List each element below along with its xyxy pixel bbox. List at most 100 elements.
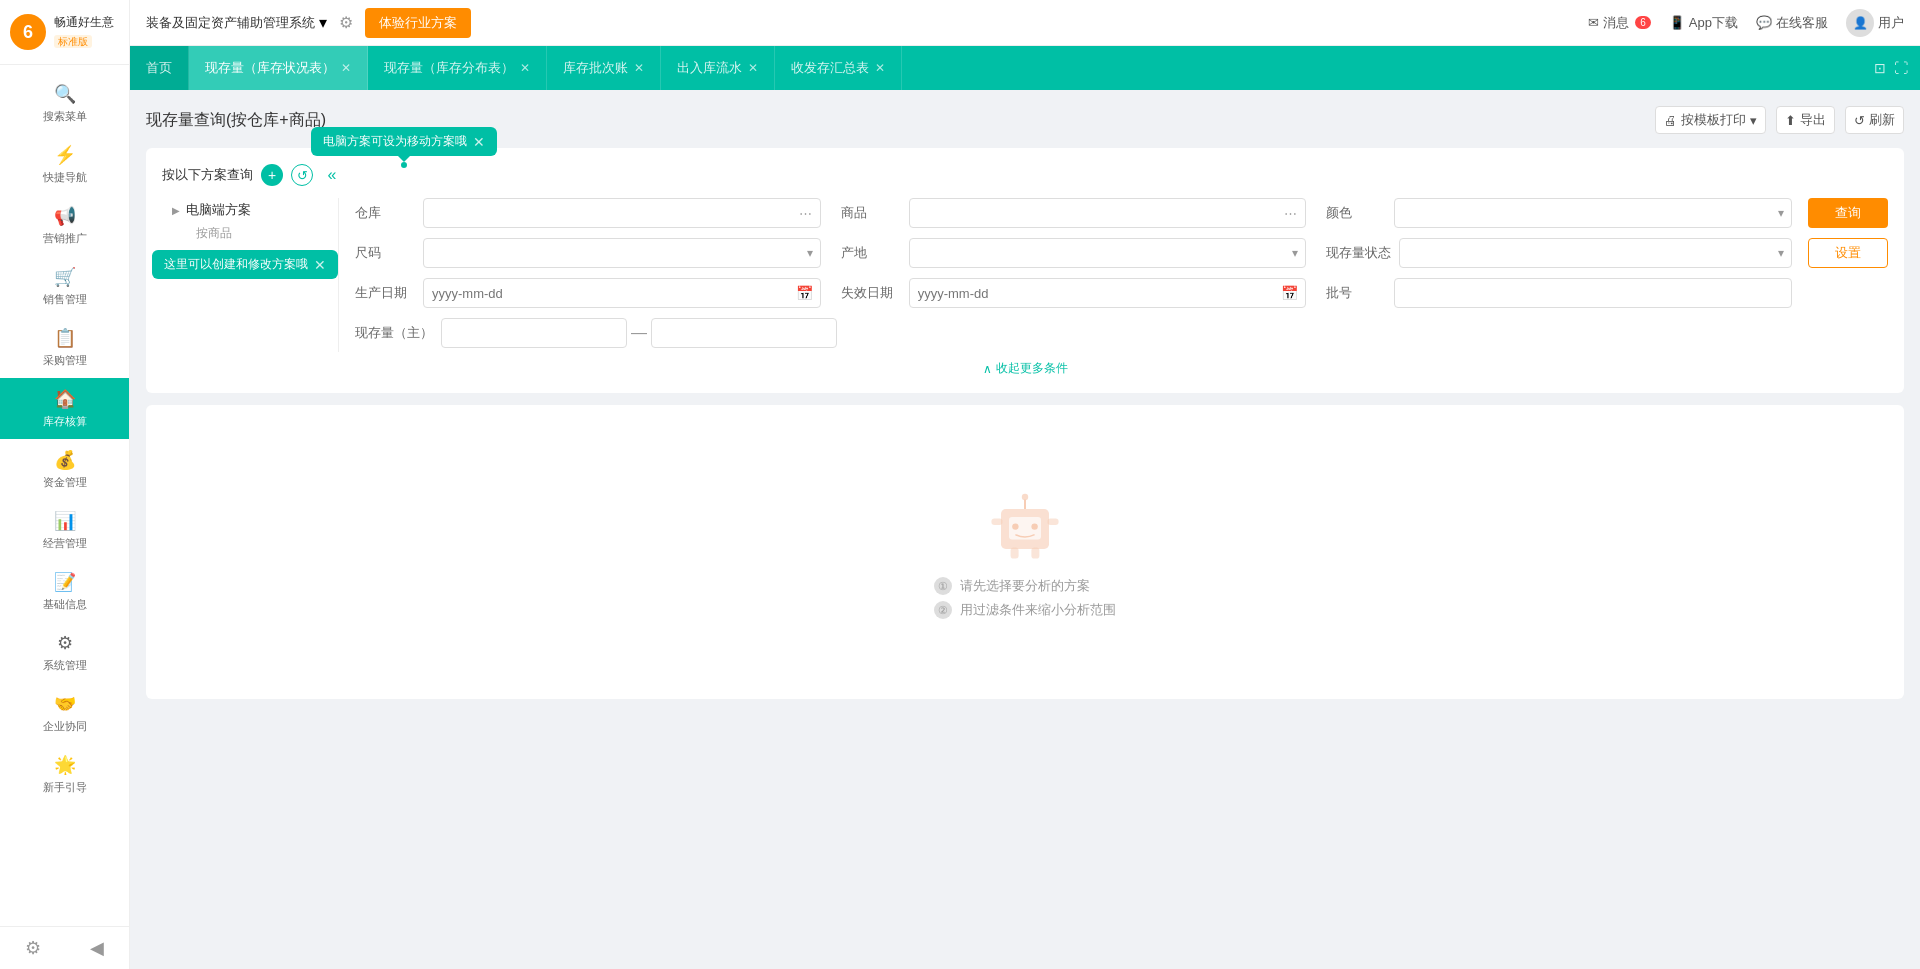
tooltip-dot — [399, 160, 409, 170]
desktop-branch[interactable]: ▶ 电脑端方案 — [172, 198, 322, 222]
sidebar-item-search-menu[interactable]: 🔍 搜索菜单 — [0, 73, 129, 134]
app-download-button[interactable]: 📱 App下载 — [1669, 14, 1738, 32]
sidebar-item-finance[interactable]: 💰 资金管理 — [0, 439, 129, 500]
tab-home[interactable]: 首页 — [130, 46, 189, 90]
sidebar-label-sales: 销售管理 — [43, 292, 87, 307]
goods-input[interactable] — [918, 199, 1281, 227]
query-button[interactable]: 查询 — [1808, 198, 1888, 228]
empty-illustration — [985, 485, 1065, 565]
stock-main-field: 现存量（主） — — [355, 318, 837, 348]
expiry-date-input[interactable] — [909, 278, 1307, 308]
create-scheme-tooltip: 这里可以创建和修改方案哦 ✕ — [152, 250, 338, 279]
sidebar-item-marketing[interactable]: 📢 营销推广 — [0, 195, 129, 256]
tab-inventory-status[interactable]: 现存量（库存状况表） ✕ — [189, 46, 368, 90]
empty-state: ① 请先选择要分析的方案 ② 用过滤条件来缩小分析范围 — [146, 405, 1904, 699]
production-date-input[interactable] — [423, 278, 821, 308]
tab-close-receive-summary[interactable]: ✕ — [875, 61, 885, 75]
sidebar-label-quick-nav: 快捷导航 — [43, 170, 87, 185]
tab-restore-icon[interactable]: ⊡ — [1874, 60, 1886, 76]
sidebar-item-system[interactable]: ⚙ 系统管理 — [0, 622, 129, 683]
online-service-button[interactable]: 💬 在线客服 — [1756, 14, 1828, 32]
warehouse-input[interactable] — [432, 199, 795, 227]
logo-tag: 标准版 — [54, 35, 92, 48]
tab-fullscreen-icon[interactable]: ⛶ — [1894, 60, 1908, 76]
sidebar-item-guide[interactable]: 🌟 新手引导 — [0, 744, 129, 805]
system-title-area[interactable]: 装备及固定资产辅助管理系统 ▾ — [146, 13, 327, 32]
query-scheme-label: 按以下方案查询 — [162, 166, 253, 184]
query-panel-header: 按以下方案查询 + ↺ « 电脑方案可设为移动方案哦 ✕ — [162, 164, 1888, 186]
page-actions: 🖨 按模板打印 ▾ ⬆ 导出 ↺ 刷新 — [1655, 106, 1904, 134]
collapse-sidebar-icon[interactable]: ◀ — [90, 937, 104, 959]
desktop-branch-arrow: ▶ — [172, 205, 180, 216]
settings-gear-icon[interactable]: ⚙ — [339, 13, 353, 32]
sidebar-item-sales[interactable]: 🛒 销售管理 — [0, 256, 129, 317]
batch-input[interactable] — [1394, 278, 1792, 308]
sidebar-bottom: ⚙ ◀ — [0, 926, 129, 969]
print-dropdown-icon: ▾ — [1750, 113, 1757, 128]
back-scheme-button[interactable]: « — [321, 164, 343, 186]
empty-step-1: ① 请先选择要分析的方案 — [934, 577, 1116, 595]
stock-main-label: 现存量（主） — [355, 324, 433, 342]
export-button[interactable]: ⬆ 导出 — [1776, 106, 1835, 134]
add-scheme-button[interactable]: + — [261, 164, 283, 186]
user-button[interactable]: 👤 用户 — [1846, 9, 1904, 37]
tab-inout-flow[interactable]: 出入库流水 ✕ — [661, 46, 775, 90]
reset-button[interactable]: 设置 — [1808, 238, 1888, 268]
tab-close-inventory-dist[interactable]: ✕ — [520, 61, 530, 75]
stock-range-separator: — — [631, 324, 647, 342]
sales-icon: 🛒 — [54, 266, 76, 288]
warehouse-label: 仓库 — [355, 204, 415, 222]
form-area: 仓库 ⋯ 商品 ⋯ — [355, 198, 1792, 352]
tab-close-inout-flow[interactable]: ✕ — [748, 61, 758, 75]
stock-status-select[interactable] — [1399, 238, 1792, 268]
batch-label: 批号 — [1326, 284, 1386, 302]
svg-rect-9 — [1031, 547, 1039, 558]
tab-close-batch-ledger[interactable]: ✕ — [634, 61, 644, 75]
results-area: ① 请先选择要分析的方案 ② 用过滤条件来缩小分析范围 — [146, 405, 1904, 699]
edit-scheme-button[interactable]: ↺ — [291, 164, 313, 186]
sidebar-item-operations[interactable]: 📊 经营管理 — [0, 500, 129, 561]
color-select[interactable] — [1394, 198, 1792, 228]
tab-controls: ⊡ ⛶ — [1862, 46, 1920, 90]
svg-rect-6 — [991, 519, 1002, 525]
print-button[interactable]: 🖨 按模板打印 ▾ — [1655, 106, 1766, 134]
production-date-field: 生产日期 📅 — [355, 278, 821, 308]
create-tooltip-close[interactable]: ✕ — [314, 257, 326, 273]
sidebar-label-search-menu: 搜索菜单 — [43, 109, 87, 124]
scheme-item-goods[interactable]: 按商品 — [196, 222, 322, 245]
title-dropdown-icon: ▾ — [319, 13, 327, 32]
sidebar-item-base-info[interactable]: 📝 基础信息 — [0, 561, 129, 622]
sidebar-item-inventory[interactable]: 🏠 库存核算 — [0, 378, 129, 439]
warehouse-field: 仓库 ⋯ — [355, 198, 821, 228]
origin-select[interactable] — [909, 238, 1307, 268]
scheme-tree: 这里可以创建和修改方案哦 ✕ ▶ 电脑端方案 — [162, 198, 322, 352]
system-title: 装备及固定资产辅助管理系统 — [146, 14, 315, 32]
tab-inventory-dist[interactable]: 现存量（库存分布表） ✕ — [368, 46, 547, 90]
collapse-bar[interactable]: ∧ 收起更多条件 — [162, 352, 1888, 377]
scheme-tooltip-close[interactable]: ✕ — [473, 134, 485, 150]
sidebar-label-inventory: 库存核算 — [43, 414, 87, 429]
collapse-label: 收起更多条件 — [996, 360, 1068, 377]
refresh-button[interactable]: ↺ 刷新 — [1845, 106, 1904, 134]
purchase-icon: 📋 — [54, 327, 76, 349]
tab-receive-summary[interactable]: 收发存汇总表 ✕ — [775, 46, 902, 90]
print-icon: 🖨 — [1664, 113, 1677, 128]
trial-button[interactable]: 体验行业方案 — [365, 8, 471, 38]
message-label: 消息 — [1603, 14, 1629, 32]
tab-close-inventory-status[interactable]: ✕ — [341, 61, 351, 75]
app-label: App下载 — [1689, 14, 1738, 32]
stock-main-from[interactable] — [441, 318, 627, 348]
sidebar-item-purchase[interactable]: 📋 采购管理 — [0, 317, 129, 378]
marketing-icon: 📢 — [54, 205, 76, 227]
stock-main-range: — — [441, 318, 837, 348]
size-select[interactable] — [423, 238, 821, 268]
sidebar-item-quick-nav[interactable]: ⚡ 快捷导航 — [0, 134, 129, 195]
sidebar-item-cooperation[interactable]: 🤝 企业协同 — [0, 683, 129, 744]
tab-inout-flow-label: 出入库流水 — [677, 59, 742, 77]
tab-batch-ledger[interactable]: 库存批次账 ✕ — [547, 46, 661, 90]
settings-icon[interactable]: ⚙ — [25, 937, 41, 959]
message-button[interactable]: ✉ 消息 6 — [1588, 14, 1651, 32]
stock-main-to[interactable] — [651, 318, 837, 348]
step-2-text: 用过滤条件来缩小分析范围 — [960, 601, 1116, 619]
size-label: 尺码 — [355, 244, 415, 262]
